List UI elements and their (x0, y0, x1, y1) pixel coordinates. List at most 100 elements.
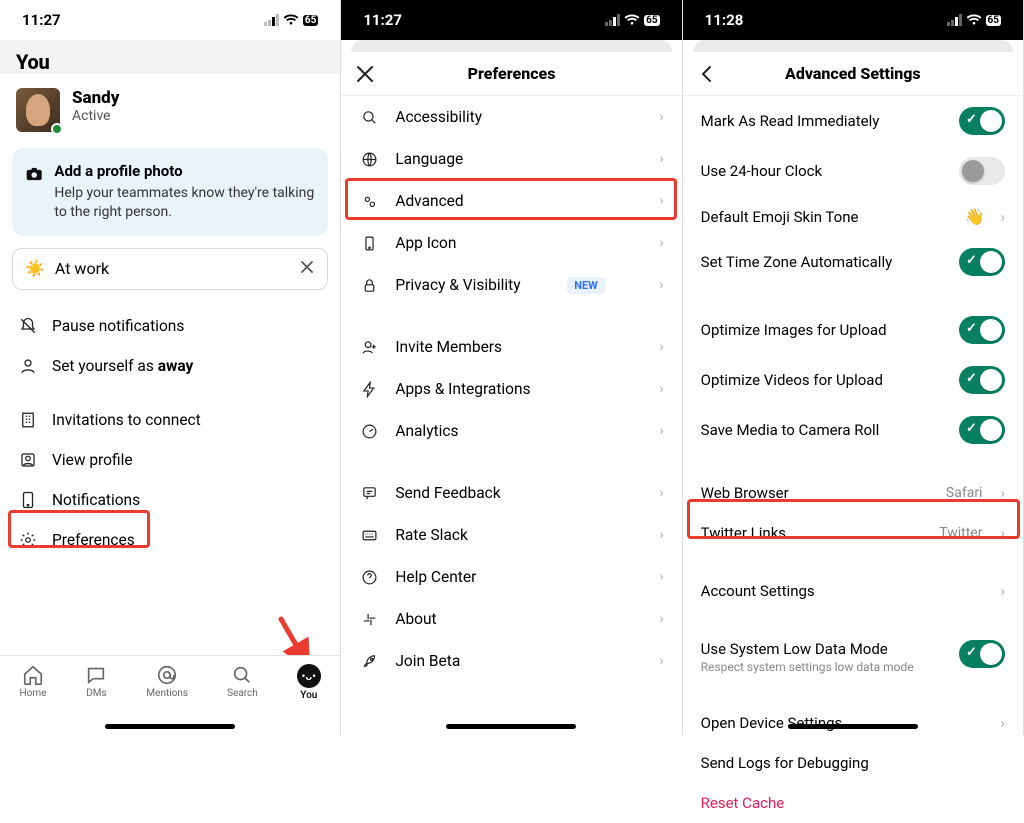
pref-beta[interactable]: Join Beta› (341, 640, 681, 682)
status-text: At work (55, 259, 109, 278)
rocket-icon (359, 653, 379, 670)
pref-advanced[interactable]: Advanced› (341, 180, 681, 222)
chevron-right-icon: › (659, 151, 663, 167)
row-web-browser[interactable]: Web BrowserSafari› (683, 473, 1023, 513)
wave-icon: 👋 (965, 207, 985, 226)
profile-row[interactable]: Sandy Active (0, 74, 340, 142)
at-icon (156, 664, 178, 686)
pref-privacy[interactable]: Privacy & VisibilityNEW› (341, 264, 681, 306)
chevron-left-icon (697, 64, 717, 84)
panel-you: 11:27 65 You Sandy Active Add a profile … (0, 0, 341, 735)
chevron-right-icon: › (659, 653, 663, 669)
row-send-logs[interactable]: Send Logs for Debugging (683, 743, 1023, 783)
keyboard-icon (359, 527, 379, 544)
status-time: 11:27 (22, 11, 61, 29)
toggle[interactable] (959, 640, 1005, 668)
toggle[interactable] (959, 366, 1005, 394)
row-twitter-links[interactable]: Twitter LinksTwitter› (683, 513, 1023, 553)
row-timezone[interactable]: Set Time Zone Automatically (683, 237, 1023, 287)
status-right: 65 (947, 14, 1001, 26)
tab-home[interactable]: Home (20, 664, 47, 699)
chevron-right-icon: › (659, 277, 663, 293)
search-icon (359, 109, 379, 126)
row-optimize-images[interactable]: Optimize Images for Upload (683, 305, 1023, 355)
panel-advanced: 11:28 65 Advanced Settings Mark As Read … (683, 0, 1024, 735)
tab-you[interactable]: •ᴗ• You (297, 664, 321, 701)
status-pill[interactable]: ☀️ At work (12, 248, 328, 290)
chevron-right-icon: › (659, 109, 663, 125)
row-mark-read[interactable]: Mark As Read Immediately (683, 96, 1023, 146)
pref-accessibility[interactable]: Accessibility› (341, 96, 681, 138)
toggle[interactable] (959, 157, 1005, 185)
slack-icon (359, 611, 379, 628)
row-device-settings[interactable]: Open Device Settings› (683, 703, 1023, 743)
row-optimize-videos[interactable]: Optimize Videos for Upload (683, 355, 1023, 405)
gear-icon (18, 531, 38, 549)
preferences-item[interactable]: Preferences (0, 520, 340, 560)
globe-icon (359, 151, 379, 168)
pref-language[interactable]: Language› (341, 138, 681, 180)
tab-search[interactable]: Search (227, 664, 258, 699)
pref-rate[interactable]: Rate Slack› (341, 514, 681, 556)
close-button[interactable] (355, 64, 375, 88)
chevron-right-icon: › (659, 569, 663, 585)
pref-help[interactable]: Help Center› (341, 556, 681, 598)
toggle[interactable] (959, 248, 1005, 276)
pause-notifications-item[interactable]: Pause notifications (0, 306, 340, 346)
add-photo-card[interactable]: Add a profile photo Help your teammates … (12, 148, 328, 236)
profile-icon (18, 451, 38, 469)
row-save-media[interactable]: Save Media to Camera Roll (683, 405, 1023, 455)
advanced-sheet: Advanced Settings Mark As Read Immediate… (683, 52, 1023, 823)
battery-pct: 65 (644, 15, 659, 26)
panel-preferences: 11:27 65 Preferences Accessibility› Lang… (341, 0, 682, 735)
you-chip-icon: •ᴗ• (297, 664, 321, 688)
tab-dms[interactable]: DMs (85, 664, 107, 699)
back-button[interactable] (697, 64, 717, 88)
toggle[interactable] (959, 416, 1005, 444)
status-bar: 11:27 65 (341, 0, 681, 40)
gauge-icon (359, 423, 379, 440)
bell-off-icon (18, 317, 38, 335)
status-time: 11:28 (705, 11, 744, 29)
invitations-item[interactable]: Invitations to connect (0, 400, 340, 440)
clear-status-button[interactable] (299, 259, 315, 279)
notifications-item[interactable]: Notifications (0, 480, 340, 520)
pref-appicon[interactable]: App Icon› (341, 222, 681, 264)
gears-icon (359, 193, 379, 210)
sheet-header: Preferences (341, 52, 681, 96)
row-emoji-tone[interactable]: Default Emoji Skin Tone👋› (683, 196, 1023, 237)
pref-apps[interactable]: Apps & Integrations› (341, 368, 681, 410)
advanced-list: Mark As Read Immediately Use 24-hour Clo… (683, 96, 1023, 823)
battery-pct: 65 (986, 15, 1001, 26)
row-account-settings[interactable]: Account Settings› (683, 571, 1023, 611)
chat-icon (85, 664, 107, 686)
pref-invite[interactable]: Invite Members› (341, 326, 681, 368)
chevron-right-icon: › (659, 527, 663, 543)
signal-icon (605, 14, 621, 26)
row-reset-cache[interactable]: Reset Cache (683, 783, 1023, 823)
pref-about[interactable]: About› (341, 598, 681, 640)
pref-analytics[interactable]: Analytics› (341, 410, 681, 452)
view-profile-item[interactable]: View profile (0, 440, 340, 480)
row-low-data[interactable]: Use System Low Data Mode Respect system … (683, 629, 1023, 685)
new-badge: NEW (567, 277, 605, 294)
sheet-title: Preferences (468, 64, 556, 83)
row-24h-clock[interactable]: Use 24-hour Clock (683, 146, 1023, 196)
pref-feedback[interactable]: Send Feedback› (341, 472, 681, 514)
preferences-sheet: Preferences Accessibility› Language› Adv… (341, 52, 681, 682)
tab-mentions[interactable]: Mentions (146, 664, 188, 699)
toggle[interactable] (959, 107, 1005, 135)
lock-icon (359, 277, 379, 294)
toggle[interactable] (959, 316, 1005, 344)
sheet-title: Advanced Settings (785, 64, 921, 83)
set-away-item[interactable]: Set yourself as away (0, 346, 340, 386)
chevron-right-icon: › (659, 611, 663, 627)
chevron-right-icon: › (659, 235, 663, 251)
help-icon (359, 569, 379, 586)
bolt-icon (359, 381, 379, 398)
chevron-right-icon: › (1000, 208, 1005, 226)
signal-icon (264, 14, 280, 26)
presence-dot (51, 123, 63, 135)
avatar[interactable] (16, 88, 60, 132)
search-icon (231, 664, 253, 686)
